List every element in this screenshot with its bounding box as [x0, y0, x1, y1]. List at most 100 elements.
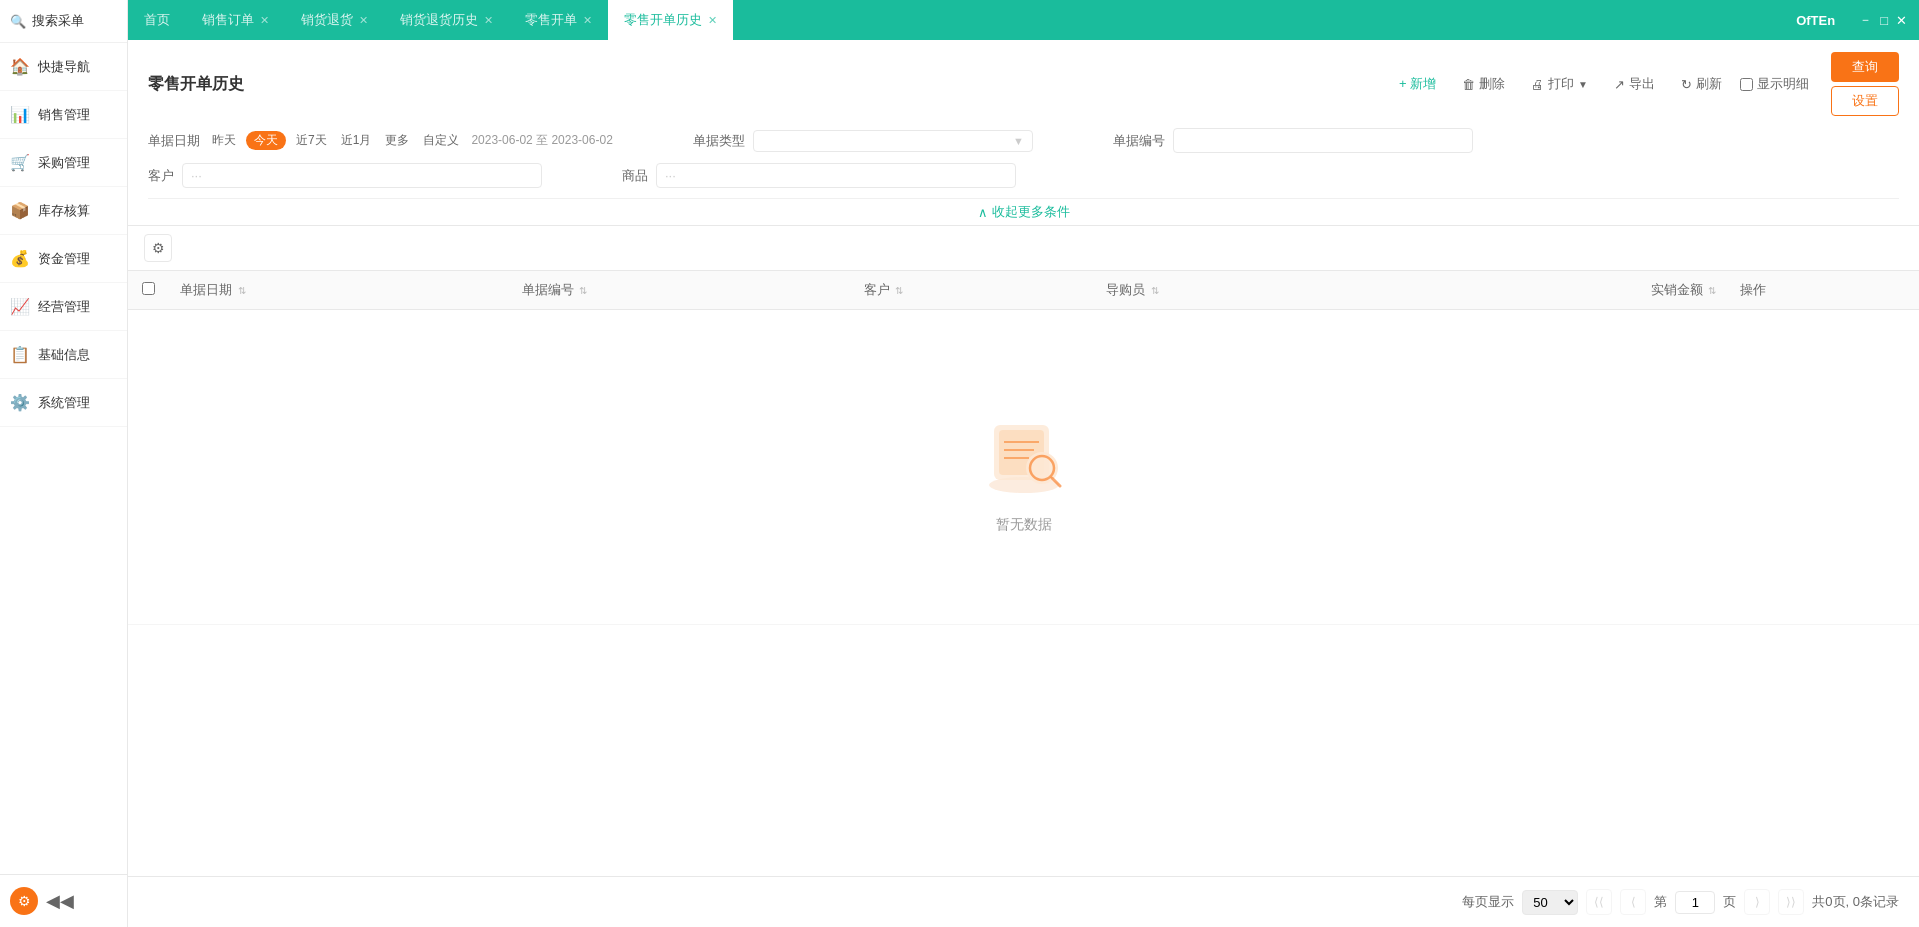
- sort-guide-icon[interactable]: ⇅: [1151, 285, 1159, 296]
- table-container: ⚙ 单据日期 ⇅ 单据编号 ⇅ 客户: [128, 226, 1919, 876]
- header-checkbox-col: [128, 271, 168, 310]
- doc-icon: 📋: [10, 345, 30, 364]
- page-header: 零售开单历史 + 新增 🗑 删除 🖨 打印 ▼ ↗ 导出: [128, 40, 1919, 226]
- tab-sales-return-history[interactable]: 销货退货历史 ✕: [384, 0, 509, 40]
- order-no-filter-label: 单据编号: [1113, 132, 1165, 150]
- tab-retail-history-close[interactable]: ✕: [708, 14, 717, 27]
- sidebar-item-label: 采购管理: [38, 154, 90, 172]
- per-page-label: 每页显示: [1462, 893, 1514, 911]
- sidebar-collapse-button[interactable]: ◀◀: [46, 890, 74, 912]
- tab-retail-open-close[interactable]: ✕: [583, 14, 592, 27]
- chart-icon: 📊: [10, 105, 30, 124]
- collapse-label: 收起更多条件: [992, 203, 1070, 221]
- refresh-icon: ↻: [1681, 77, 1692, 92]
- page-title-row: 零售开单历史 + 新增 🗑 删除 🖨 打印 ▼ ↗ 导出: [148, 52, 1899, 116]
- date-shortcut-custom[interactable]: 自定义: [419, 131, 463, 150]
- per-page-select[interactable]: 50 10 20 100: [1522, 890, 1578, 915]
- print-button[interactable]: 🖨 打印 ▼: [1523, 71, 1596, 97]
- sort-date-icon[interactable]: ⇅: [238, 285, 246, 296]
- customer-filter-label: 客户: [148, 167, 174, 185]
- sidebar-item-purchase-mgmt[interactable]: 🛒 采购管理: [0, 139, 127, 187]
- export-button[interactable]: ↗ 导出: [1606, 71, 1663, 97]
- print-icon: 🖨: [1531, 77, 1544, 92]
- sort-customer-icon[interactable]: ⇅: [895, 285, 903, 296]
- date-shortcut-7days[interactable]: 近7天: [292, 131, 331, 150]
- sidebar-item-sales-mgmt[interactable]: 📊 销售管理: [0, 91, 127, 139]
- sidebar-search[interactable]: 🔍 搜索采单: [0, 0, 127, 43]
- gear-icon: ⚙️: [10, 393, 30, 412]
- filter-row-1: 单据日期 昨天 今天 近7天 近1月 更多 自定义 2023-06-02 至 2…: [148, 128, 1899, 153]
- last-page-button[interactable]: ⟩⟩: [1778, 889, 1804, 915]
- collapse-more[interactable]: ∧ 收起更多条件: [148, 198, 1899, 225]
- export-label: 导出: [1629, 75, 1655, 93]
- tab-sales-return-close[interactable]: ✕: [359, 14, 368, 27]
- table-settings-button[interactable]: ⚙: [144, 234, 172, 262]
- first-page-button[interactable]: ⟨⟨: [1586, 889, 1612, 915]
- tab-sales-return-history-label: 销货退货历史: [400, 11, 478, 29]
- filter-area: 单据日期 昨天 今天 近7天 近1月 更多 自定义 2023-06-02 至 2…: [148, 128, 1899, 225]
- date-shortcut-today[interactable]: 今天: [246, 131, 286, 150]
- sidebar-item-sys-mgmt[interactable]: ⚙️ 系统管理: [0, 379, 127, 427]
- refresh-button[interactable]: ↻ 刷新: [1673, 71, 1730, 97]
- customer-select[interactable]: ···: [182, 163, 542, 188]
- customer-placeholder: ···: [191, 168, 202, 183]
- sidebar-item-inventory[interactable]: 📦 库存核算: [0, 187, 127, 235]
- tab-sales-order[interactable]: 销售订单 ✕: [186, 0, 285, 40]
- date-shortcuts: 昨天 今天 近7天 近1月 更多 自定义: [208, 131, 463, 150]
- sidebar-item-label: 资金管理: [38, 250, 90, 268]
- tab-home[interactable]: 首页: [128, 0, 186, 40]
- display-detail-checkbox[interactable]: [1740, 78, 1753, 91]
- filter-date-item: 单据日期 昨天 今天 近7天 近1月 更多 自定义 2023-06-02 至 2…: [148, 131, 613, 150]
- table-toolbar: ⚙: [128, 226, 1919, 271]
- prev-page-button[interactable]: ⟨: [1620, 889, 1646, 915]
- window-maximize-btn[interactable]: □: [1880, 13, 1888, 28]
- tab-retail-open[interactable]: 零售开单 ✕: [509, 0, 608, 40]
- display-detail-button[interactable]: 显示明细: [1740, 75, 1809, 93]
- next-page-button[interactable]: ⟩: [1744, 889, 1770, 915]
- select-all-checkbox[interactable]: [142, 282, 155, 295]
- filter-goods-item: 商品 ···: [622, 163, 1016, 188]
- add-button[interactable]: + 新增: [1391, 71, 1444, 97]
- filter-customer-item: 客户 ···: [148, 163, 542, 188]
- sort-amount-icon[interactable]: ⇅: [1708, 285, 1716, 296]
- goods-select[interactable]: ···: [656, 163, 1016, 188]
- delete-button[interactable]: 🗑 删除: [1454, 71, 1513, 97]
- filter-order-no-item: 单据编号: [1113, 128, 1473, 153]
- sidebar-item-base-info[interactable]: 📋 基础信息: [0, 331, 127, 379]
- box-icon: 📦: [10, 201, 30, 220]
- query-button[interactable]: 查询: [1831, 52, 1899, 82]
- sort-order-no-icon[interactable]: ⇅: [579, 285, 587, 296]
- sidebar-item-quick-nav[interactable]: 🏠 快捷导航: [0, 43, 127, 91]
- date-shortcut-1month[interactable]: 近1月: [337, 131, 376, 150]
- pagination: 每页显示 50 10 20 100 ⟨⟨ ⟨ 第 页 ⟩ ⟩⟩ 共0页, 0条记…: [128, 876, 1919, 927]
- header-date: 单据日期 ⇅: [168, 271, 510, 310]
- setting-button[interactable]: 设置: [1831, 86, 1899, 116]
- tab-retail-history[interactable]: 零售开单历史 ✕: [608, 0, 733, 40]
- cart-icon: 🛒: [10, 153, 30, 172]
- add-label: + 新增: [1399, 75, 1436, 93]
- date-shortcut-more[interactable]: 更多: [381, 131, 413, 150]
- top-nav-right: OfTEn － □ ✕: [1788, 11, 1919, 29]
- page-number-input[interactable]: [1675, 891, 1715, 914]
- settings-button[interactable]: ⚙: [10, 887, 38, 915]
- sidebar-item-finance[interactable]: 💰 资金管理: [0, 235, 127, 283]
- type-select[interactable]: ▼: [753, 130, 1033, 152]
- tab-retail-open-label: 零售开单: [525, 11, 577, 29]
- refresh-label: 刷新: [1696, 75, 1722, 93]
- display-detail-label: 显示明细: [1757, 75, 1809, 93]
- sidebar-item-label: 库存核算: [38, 202, 90, 220]
- sidebar: 🔍 搜索采单 🏠 快捷导航 📊 销售管理 🛒 采购管理 📦 库存核算 💰 资金管…: [0, 0, 128, 927]
- tab-sales-order-close[interactable]: ✕: [260, 14, 269, 27]
- tab-sales-return[interactable]: 销货退货 ✕: [285, 0, 384, 40]
- page-suffix: 页: [1723, 893, 1736, 911]
- empty-text: 暂无数据: [996, 516, 1052, 534]
- tab-sales-return-history-close[interactable]: ✕: [484, 14, 493, 27]
- order-no-input[interactable]: [1173, 128, 1473, 153]
- chevron-up-icon: ∧: [978, 205, 988, 220]
- money-icon: 💰: [10, 249, 30, 268]
- window-close-btn[interactable]: ✕: [1896, 13, 1907, 28]
- window-minimize-btn[interactable]: －: [1859, 11, 1872, 29]
- date-shortcut-yesterday[interactable]: 昨天: [208, 131, 240, 150]
- sidebar-item-operations[interactable]: 📈 经营管理: [0, 283, 127, 331]
- empty-row: 暂无数据: [128, 310, 1919, 625]
